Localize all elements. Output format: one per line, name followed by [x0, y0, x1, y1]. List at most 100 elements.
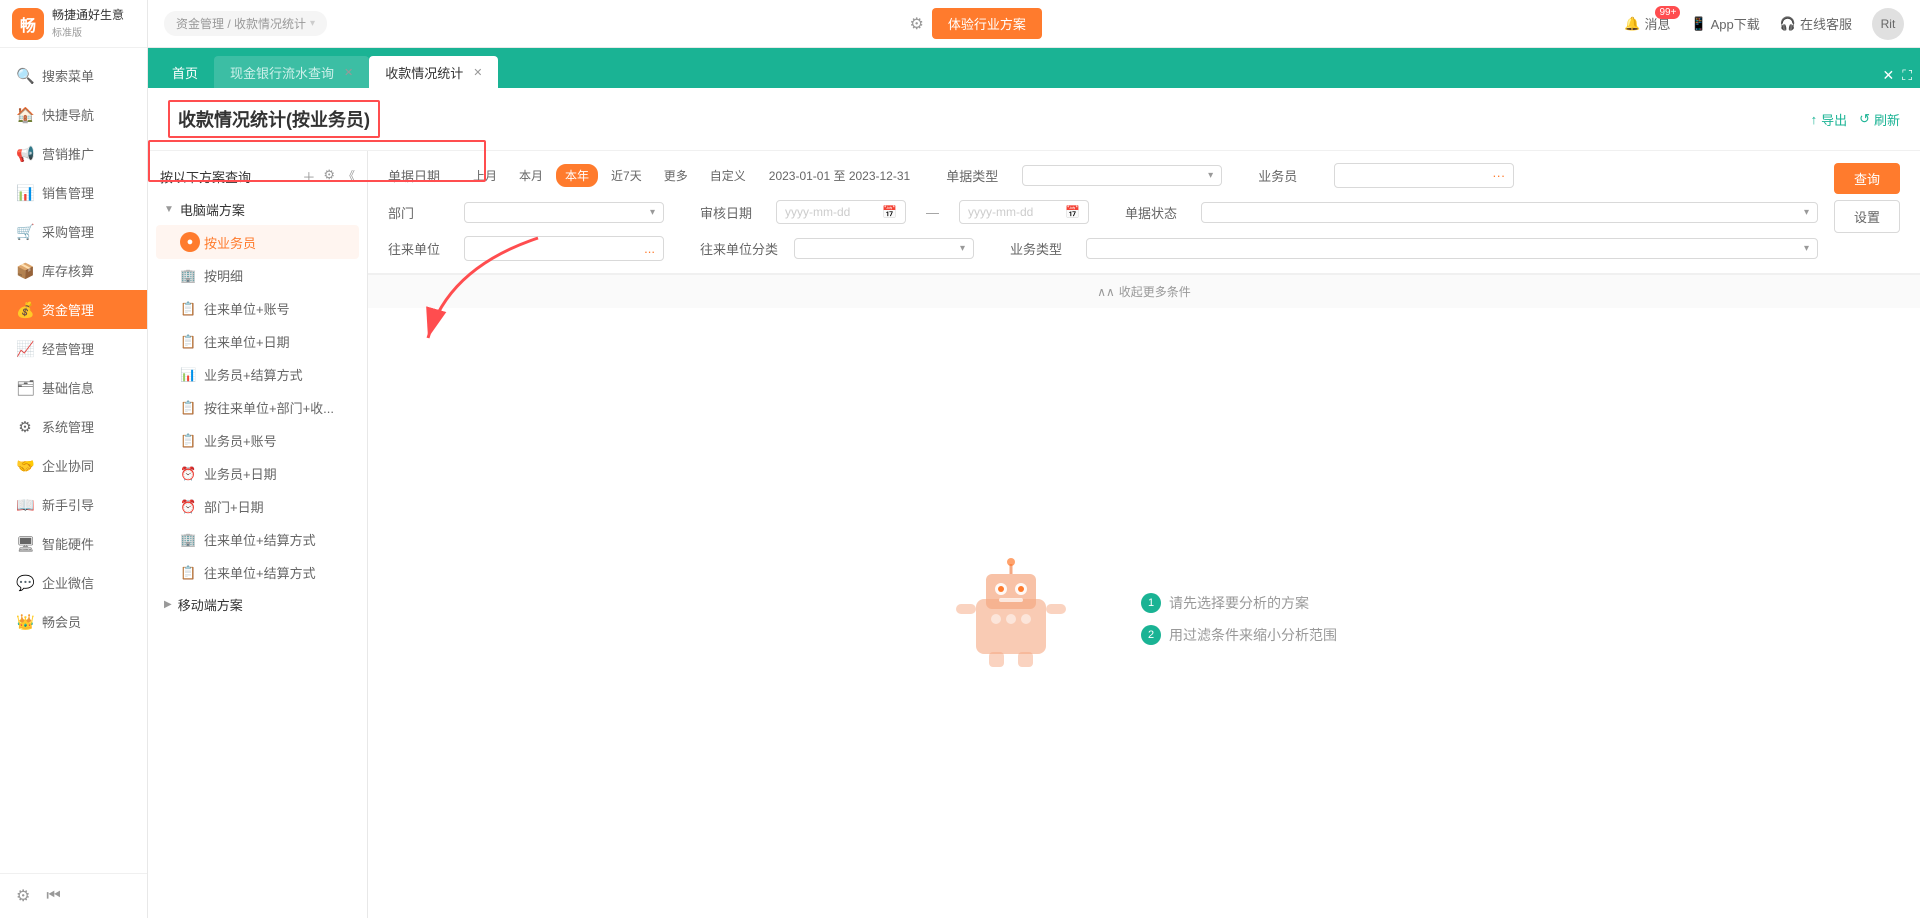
step-2-number: 2: [1141, 625, 1161, 645]
sidebar-footer: ⚙ ⏮: [0, 873, 147, 918]
unit-date-icon: 📋: [180, 334, 196, 350]
sidebar: 畅 畅捷通好生意 标准版 🔍 搜索菜单 🏠 快捷导航 📢 营销推广 📊 销售管理…: [0, 0, 148, 918]
sidebar-item-hardware[interactable]: 🖥 智能硬件: [0, 524, 147, 563]
date-tab-last-month[interactable]: 上月: [464, 164, 506, 187]
sidebar-item-purchase[interactable]: 🛒 采购管理: [0, 212, 147, 251]
sidebar-item-operations[interactable]: 📈 经营管理: [0, 329, 147, 368]
salesperson-active-icon: ●: [180, 232, 196, 252]
salesperson-date-icon: ⏰: [180, 466, 196, 482]
dept-label: 部门: [388, 203, 448, 222]
date-tab-this-year[interactable]: 本年: [556, 164, 598, 187]
scheme-item-salesperson-account[interactable]: 📋 业务员+账号: [156, 424, 359, 457]
sidebar-item-inventory[interactable]: 📦 库存核算: [0, 251, 147, 290]
scheme-item-unit-dept-collection[interactable]: 📋 按往来单位+部门+收...: [156, 391, 359, 424]
online-service-button[interactable]: 🎧 在线客服: [1780, 14, 1852, 33]
refresh-button[interactable]: ↺ 刷新: [1859, 110, 1900, 129]
sidebar-item-search[interactable]: 🔍 搜索菜单: [0, 56, 147, 95]
panel-settings-icon[interactable]: ⚙: [323, 167, 335, 186]
tab-close-all-icon[interactable]: ✕: [1882, 67, 1894, 84]
sidebar-item-guide[interactable]: 📖 新手引导: [0, 485, 147, 524]
sidebar-item-sales[interactable]: 📊 销售管理: [0, 173, 147, 212]
more-options-icon[interactable]: ···: [1492, 168, 1505, 183]
sidebar-item-cooperation[interactable]: 🤝 企业协同: [0, 446, 147, 485]
date-tab-this-month[interactable]: 本月: [510, 164, 552, 187]
tab-home[interactable]: 首页: [156, 56, 214, 88]
scheme-item-unit-settlement2[interactable]: 📋 往来单位+结算方式: [156, 556, 359, 589]
tab-bank-close-icon[interactable]: ✕: [344, 66, 353, 79]
tabs-bar: 首页 现金银行流水查询 ✕ 收款情况统计 ✕ ✕ ⛶: [148, 48, 1920, 88]
review-date-end[interactable]: yyyy-mm-dd 📅: [959, 200, 1089, 224]
partner-label: 往来单位: [388, 239, 448, 258]
inventory-icon: 📦: [16, 262, 34, 280]
header-settings-icon[interactable]: ⚙: [909, 14, 923, 34]
sidebar-item-quick-nav[interactable]: 🏠 快捷导航: [0, 95, 147, 134]
user-avatar[interactable]: Rit: [1872, 8, 1904, 40]
tab-collection[interactable]: 收款情况统计 ✕: [369, 56, 498, 88]
sidebar-item-member[interactable]: 👑 畅会员: [0, 602, 147, 641]
date-tab-last-7[interactable]: 近7天: [602, 164, 651, 187]
sidebar-item-finance[interactable]: 💰 资金管理: [0, 290, 147, 329]
scheme-item-by-detail[interactable]: 🏢 按明细: [156, 259, 359, 292]
scheme-item-by-salesperson[interactable]: ● 按业务员: [156, 225, 359, 259]
export-button[interactable]: ↑ 导出: [1811, 110, 1848, 129]
doc-type-select[interactable]: ▾: [1022, 165, 1222, 186]
salesperson-select[interactable]: ···: [1334, 163, 1514, 188]
partner-select[interactable]: ...: [464, 236, 664, 261]
footer-settings-icon[interactable]: ⚙: [16, 886, 30, 906]
review-date-label: 审核日期: [700, 203, 760, 222]
panel-add-icon[interactable]: ＋: [302, 167, 315, 186]
dept-chevron-icon: ▾: [650, 207, 655, 218]
partner-category-chevron-icon: ▾: [960, 243, 965, 254]
dept-select[interactable]: ▾: [464, 202, 664, 223]
header-left: 资金管理 / 收款情况统计 ▾: [164, 11, 327, 36]
scheme-item-unit-date[interactable]: 📋 往来单位+日期: [156, 325, 359, 358]
notification-button[interactable]: 🔔 消息 99+: [1624, 14, 1670, 33]
unit-dept-collection-icon: 📋: [180, 400, 196, 416]
sidebar-item-wechat[interactable]: 💬 企业微信: [0, 563, 147, 602]
business-type-select[interactable]: ▾: [1086, 238, 1818, 259]
date-tab-custom[interactable]: 自定义: [701, 164, 755, 187]
unit-settlement2-icon: 📋: [180, 565, 196, 581]
scheme-group-desktop-header[interactable]: ▼ 电脑端方案: [156, 194, 359, 225]
sidebar-item-marketing[interactable]: 📢 营销推广: [0, 134, 147, 173]
date-tab-more[interactable]: 更多: [655, 164, 697, 187]
trial-button[interactable]: 体验行业方案: [932, 8, 1042, 39]
sidebar-item-basic[interactable]: 🗂 基础信息: [0, 368, 147, 407]
member-icon: 👑: [16, 613, 34, 631]
app-logo-icon: 畅: [12, 8, 44, 40]
review-date-start[interactable]: yyyy-mm-dd 📅: [776, 200, 906, 224]
doc-type-chevron-icon: ▾: [1208, 170, 1213, 181]
sidebar-item-system[interactable]: ⚙ 系统管理: [0, 407, 147, 446]
doc-status-label: 单据状态: [1125, 203, 1185, 222]
partner-category-select[interactable]: ▾: [794, 238, 974, 259]
scheme-item-unit-account[interactable]: 📋 往来单位+账号: [156, 292, 359, 325]
download-icon: 📱: [1690, 16, 1706, 32]
tab-bank[interactable]: 现金银行流水查询 ✕: [214, 56, 369, 88]
filter-row-date: 单据日期 上月 本月 本年 近7天 更多 自定义 20: [388, 163, 1818, 188]
empty-robot-illustration: [951, 554, 1081, 684]
collapse-bar[interactable]: ∧∧ 收起更多条件: [368, 274, 1920, 308]
footer-collapse-icon[interactable]: ⏮: [46, 887, 60, 905]
scheme-item-dept-date[interactable]: ⏰ 部门+日期: [156, 490, 359, 523]
panel-header-icons: ＋ ⚙ 《: [302, 167, 355, 186]
right-content: 单据日期 上月 本月 本年 近7天 更多 自定义 20: [368, 151, 1920, 918]
tab-expand-icon[interactable]: ⛶: [1902, 67, 1912, 84]
tab-collection-close-icon[interactable]: ✕: [473, 66, 482, 79]
unit-settlement-icon: 🏢: [180, 532, 196, 548]
scheme-item-salesperson-date[interactable]: ⏰ 业务员+日期: [156, 457, 359, 490]
panel-collapse-icon[interactable]: 《: [343, 167, 355, 186]
doc-status-select[interactable]: ▾: [1201, 202, 1818, 223]
panel-header: 按以下方案查询 ＋ ⚙ 《: [148, 159, 367, 194]
filter-settings-button[interactable]: 设置: [1834, 200, 1900, 233]
scheme-item-salesperson-payment[interactable]: 📊 业务员+结算方式: [156, 358, 359, 391]
export-icon: ↑: [1811, 112, 1818, 127]
scheme-item-unit-settlement[interactable]: 🏢 往来单位+结算方式: [156, 523, 359, 556]
scheme-group-mobile-header[interactable]: ▶ 移动端方案: [156, 589, 359, 620]
app-name: 畅捷通好生意 标准版: [52, 8, 124, 39]
filter-row-partner: 往来单位 ... 往来单位分类 ▾ 业务类型: [388, 236, 1818, 261]
doc-status-chevron-icon: ▾: [1804, 207, 1809, 218]
app-download-button[interactable]: 📱 App下载: [1690, 14, 1759, 33]
query-button[interactable]: 查询: [1834, 163, 1900, 194]
page-header: 收款情况统计(按业务员) ↑ 导出 ↺ 刷新: [148, 88, 1920, 151]
partner-more-icon[interactable]: ...: [644, 241, 655, 256]
